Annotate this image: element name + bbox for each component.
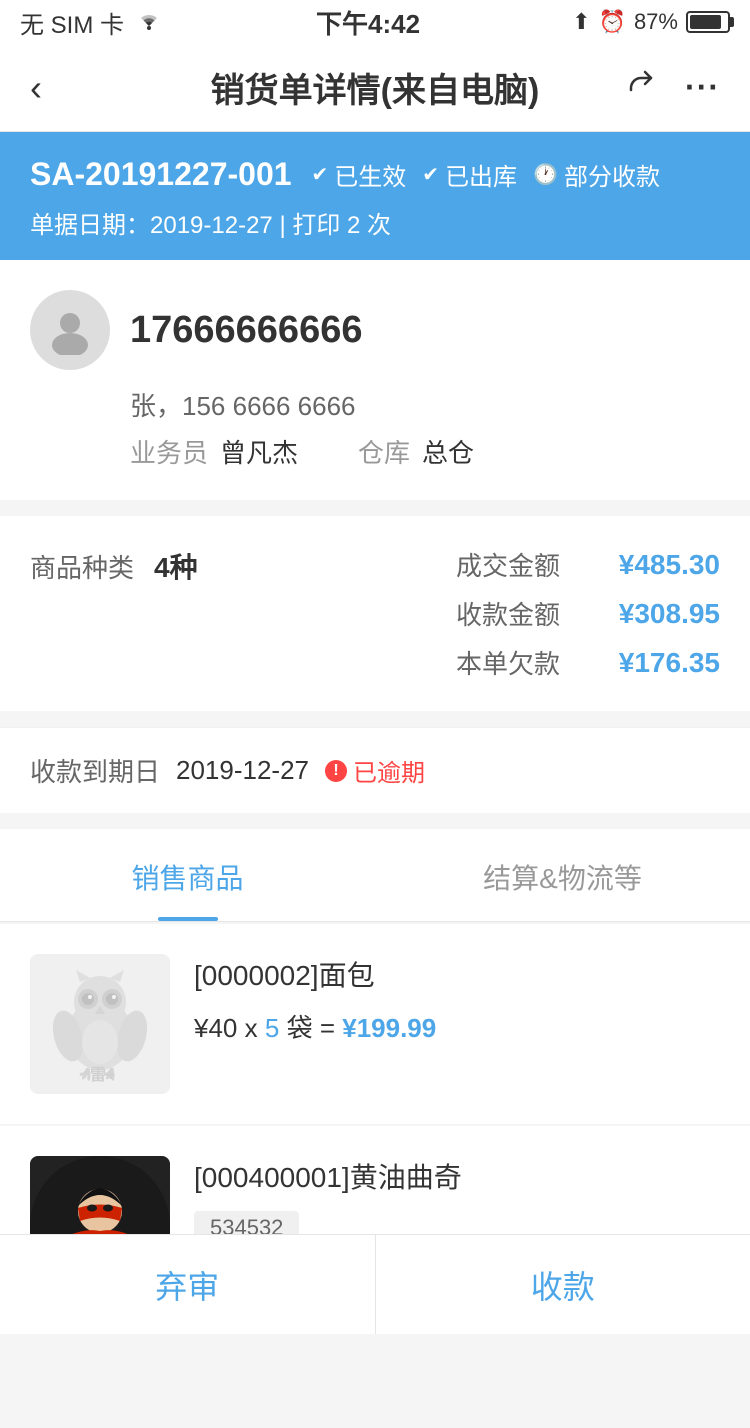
customer-top: 17666666666 — [30, 290, 720, 370]
product-name-2: [000400001]黄油曲奇 — [194, 1156, 720, 1196]
received-amount-row: 收款金额 ¥308.95 — [456, 595, 720, 632]
product-1-multiply: x — [245, 1013, 265, 1043]
stats-left: 商品种类 4种 — [30, 546, 198, 586]
order-header-top: SA-20191227-001 ✔ 已生效 ✔ 已出库 🕐 部分收款 — [30, 156, 720, 193]
warehouse: 仓库 总仓 — [358, 433, 474, 470]
battery-indicator — [686, 11, 730, 33]
product-info-1: [0000002]面包 ¥40 x 5 袋 = ¥199.99 — [194, 954, 720, 1045]
status-active-label: 已生效 — [334, 157, 406, 192]
bottom-spacer — [0, 1328, 750, 1428]
warehouse-value: 总仓 — [422, 433, 474, 470]
status-partial-label: 部分收款 — [564, 157, 660, 192]
sales-label: 业务员 — [130, 433, 208, 470]
product-1-qty: 5 — [265, 1013, 279, 1043]
product-1-price: ¥40 — [194, 1013, 237, 1043]
tab-settlement-label: 结算&物流等 — [483, 863, 642, 894]
overdue-badge: ! 已逾期 — [325, 753, 425, 788]
time-display: 下午4:42 — [316, 4, 420, 41]
product-1-image-icon: 雷+ — [40, 964, 160, 1084]
deal-amount-label: 成交金额 — [456, 546, 560, 583]
stats-right: 成交金额 ¥485.30 收款金额 ¥308.95 本单欠款 ¥176.35 — [456, 546, 720, 681]
cancel-review-label: 弃审 — [155, 1262, 219, 1308]
location-icon: ⬆ — [572, 9, 590, 35]
received-amount-label: 收款金额 — [456, 595, 560, 632]
tab-settlement[interactable]: 结算&物流等 — [375, 829, 750, 921]
order-id: SA-20191227-001 — [30, 156, 292, 193]
nav-bar: ‹ 销货单详情(来自电脑) ··· — [0, 44, 750, 132]
collect-payment-button[interactable]: 收款 — [376, 1235, 750, 1334]
status-shipped-label: 已出库 — [445, 157, 517, 192]
status-badge-active: ✔ 已生效 — [312, 157, 407, 192]
sales-value: 曾凡杰 — [220, 433, 298, 470]
page-title: 销货单详情(来自电脑) — [211, 63, 540, 112]
customer-avatar — [30, 290, 110, 370]
product-1-equals: = — [320, 1013, 342, 1043]
overdue-text: 已逾期 — [353, 753, 425, 788]
product-price-1: ¥40 x 5 袋 = ¥199.99 — [194, 1008, 720, 1045]
tab-products[interactable]: 销售商品 — [0, 829, 375, 921]
deal-amount-row: 成交金额 ¥485.30 — [456, 546, 720, 583]
sales-person: 业务员 曾凡杰 — [130, 433, 298, 470]
overdue-section: 收款到期日 2019-12-27 ! 已逾期 — [0, 727, 750, 813]
status-badge-partial: 🕐 部分收款 — [533, 157, 660, 192]
more-button[interactable]: ··· — [685, 69, 720, 106]
status-left: 无 SIM 卡 — [20, 5, 164, 40]
deal-amount-value: ¥485.30 — [580, 549, 720, 581]
check-icon-1: ✔ — [312, 162, 329, 187]
product-card-1: 雷+ [0000002]面包 ¥40 x 5 袋 = ¥199.99 — [0, 924, 750, 1124]
debt-amount-row: 本单欠款 ¥176.35 — [456, 644, 720, 681]
clock-icon: 🕐 — [533, 162, 558, 187]
product-name-1: [0000002]面包 — [194, 954, 720, 994]
collect-payment-label: 收款 — [531, 1262, 595, 1308]
debt-amount-value: ¥176.35 — [580, 647, 720, 679]
wifi-icon — [134, 8, 164, 37]
alarm-icon: ⏰ — [599, 9, 626, 35]
customer-extra: 业务员 曾凡杰 仓库 总仓 — [30, 433, 720, 470]
back-button[interactable]: ‹ — [20, 57, 52, 119]
product-1-total: ¥199.99 — [342, 1013, 436, 1043]
stats-row: 商品种类 4种 成交金额 ¥485.30 收款金额 ¥308.95 本单欠款 ¥… — [30, 546, 720, 681]
overdue-date: 2019-12-27 — [176, 755, 309, 786]
divider-1 — [0, 500, 750, 516]
order-meta-separator: | — [279, 212, 292, 239]
cancel-review-button[interactable]: 弃审 — [0, 1235, 376, 1334]
status-badge-shipped: ✔ 已出库 — [422, 157, 517, 192]
product-types-label: 商品种类 — [30, 548, 134, 585]
tab-products-label: 销售商品 — [131, 863, 243, 894]
customer-section: 17666666666 张，156 6666 6666 业务员 曾凡杰 仓库 总… — [0, 260, 750, 500]
bottom-action-bar: 弃审 收款 — [0, 1234, 750, 1334]
status-right: ⬆ ⏰ 87% — [572, 9, 730, 35]
overdue-label: 收款到期日 — [30, 752, 160, 789]
check-icon-2: ✔ — [422, 162, 439, 187]
product-image-1: 雷+ — [30, 954, 170, 1094]
customer-contact: 张，156 6666 6666 — [30, 386, 720, 423]
stats-section: 商品种类 4种 成交金额 ¥485.30 收款金额 ¥308.95 本单欠款 ¥… — [0, 516, 750, 711]
battery-text: 87% — [634, 9, 678, 35]
order-date: 单据日期：2019-12-27 — [30, 212, 273, 239]
nav-actions: ··· — [623, 68, 720, 108]
product-types-value: 4种 — [154, 546, 198, 586]
received-amount-value: ¥308.95 — [580, 598, 720, 630]
tabs-bar: 销售商品 结算&物流等 — [0, 829, 750, 922]
order-meta: 单据日期：2019-12-27 | 打印 2 次 — [30, 205, 720, 240]
share-button[interactable] — [623, 68, 655, 108]
customer-name: 17666666666 — [130, 309, 362, 352]
svg-text:雷+: 雷+ — [90, 1066, 115, 1084]
product-types-stat: 商品种类 4种 — [30, 546, 198, 586]
status-bar: 无 SIM 卡 下午4:42 ⬆ ⏰ 87% — [0, 0, 750, 44]
warehouse-label: 仓库 — [358, 433, 410, 470]
product-1-unit: 袋 — [287, 1013, 313, 1043]
overdue-icon: ! — [325, 760, 347, 782]
status-badges: ✔ 已生效 ✔ 已出库 🕐 部分收款 — [312, 157, 660, 192]
order-print-count: 打印 2 次 — [292, 212, 391, 239]
debt-amount-label: 本单欠款 — [456, 644, 560, 681]
carrier-text: 无 SIM 卡 — [20, 5, 124, 40]
order-header: SA-20191227-001 ✔ 已生效 ✔ 已出库 🕐 部分收款 单据日期：… — [0, 132, 750, 260]
